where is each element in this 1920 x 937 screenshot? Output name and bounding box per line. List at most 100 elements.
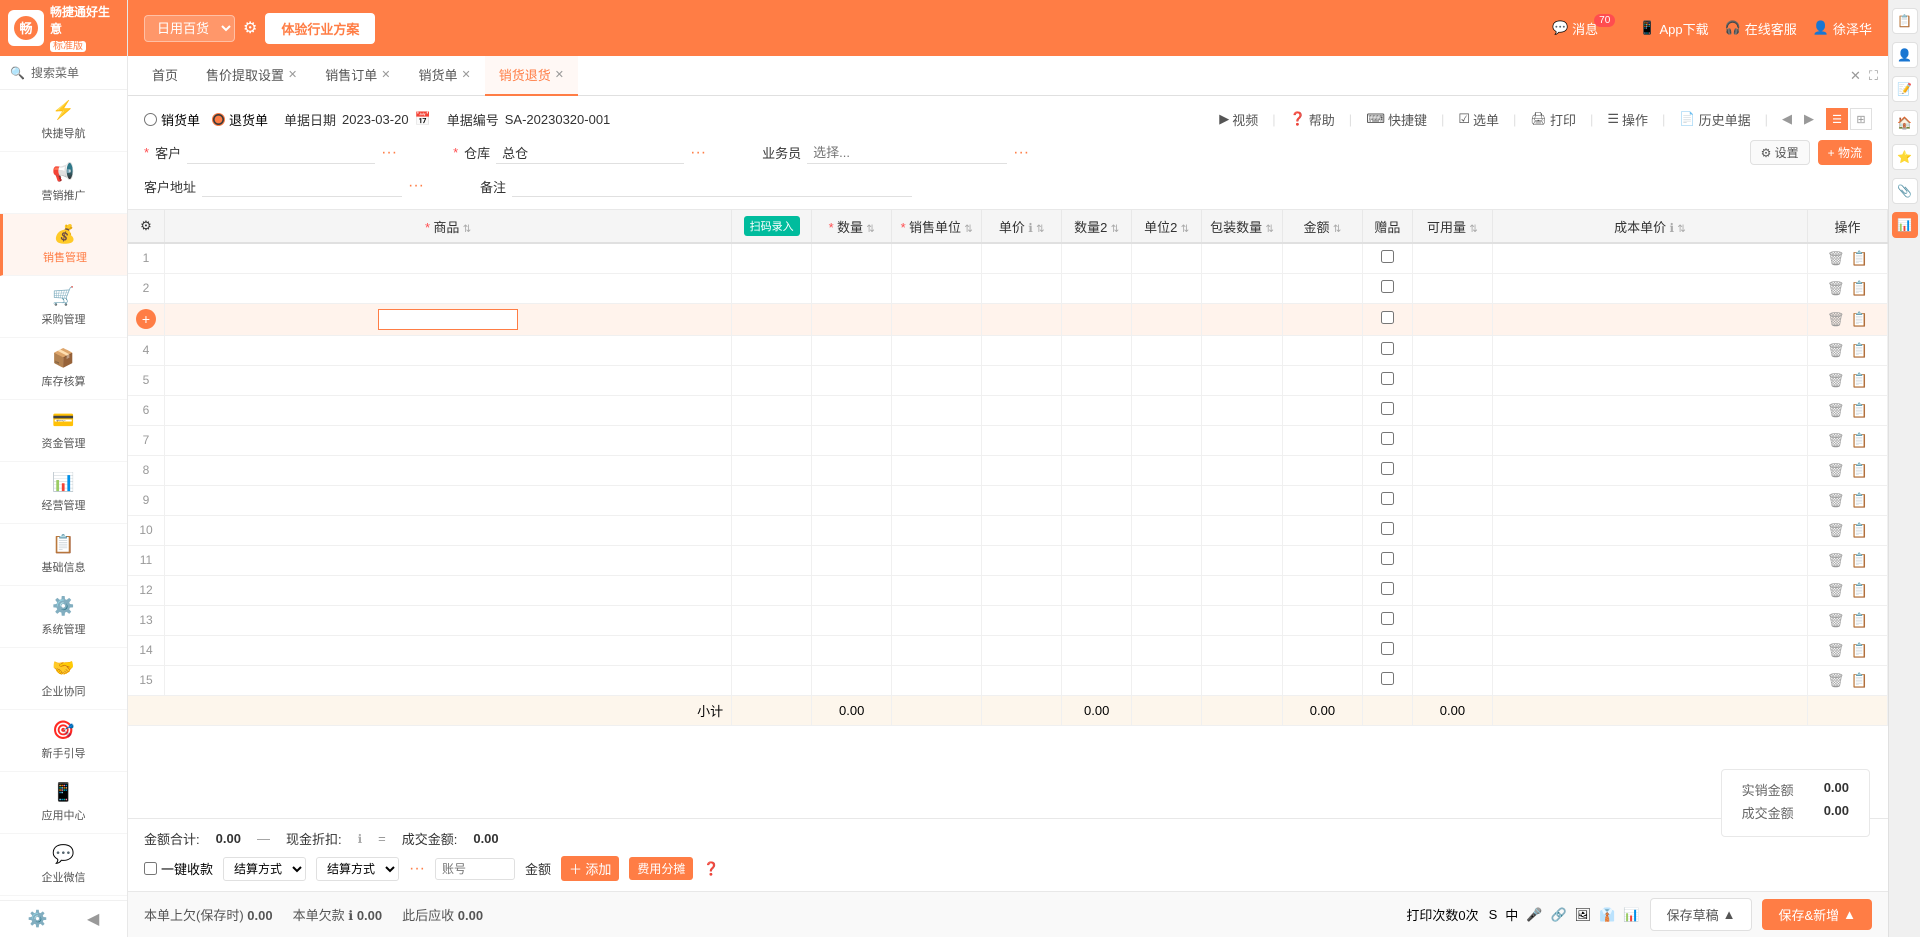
staff-more-icon[interactable]: ··· — [1013, 144, 1029, 162]
sort-icon[interactable]: ⇅ — [1333, 224, 1341, 235]
price-cell-7[interactable] — [982, 425, 1062, 455]
qty-cell-4[interactable] — [812, 335, 892, 365]
price-cell-9[interactable] — [982, 485, 1062, 515]
copy-icon-4[interactable]: 📋 — [1851, 342, 1868, 359]
split-btn[interactable]: 费用分摊 — [629, 857, 693, 880]
qty-cell-5[interactable] — [812, 365, 892, 395]
gift-check-8[interactable] — [1381, 462, 1394, 475]
right-btn-2[interactable]: 👤 — [1892, 42, 1918, 68]
unit-cell-7[interactable] — [892, 425, 982, 455]
qty-cell-12[interactable] — [812, 575, 892, 605]
pack-qty-cell-1[interactable] — [1202, 243, 1283, 273]
payment-checkbox-input[interactable] — [144, 862, 157, 875]
qty-cell-7[interactable] — [812, 425, 892, 455]
unit-cell-4[interactable] — [892, 335, 982, 365]
right-btn-4[interactable]: 🏠 — [1892, 110, 1918, 136]
product-input-3[interactable] — [378, 309, 518, 330]
price-cell-10[interactable] — [982, 515, 1062, 545]
app-download-btn[interactable]: 📱 App下载 — [1639, 19, 1708, 38]
pack-qty-cell-15[interactable] — [1202, 665, 1283, 695]
calc-method-select[interactable]: 结算方式 — [223, 857, 306, 881]
pack-qty-cell-9[interactable] — [1202, 485, 1283, 515]
right-btn-5[interactable]: ⭐ — [1892, 144, 1918, 170]
pack-qty-cell-7[interactable] — [1202, 425, 1283, 455]
delete-icon-11[interactable]: 🗑 — [1827, 552, 1845, 569]
tab-sale-settings[interactable]: 售价提取设置 ✕ — [192, 56, 311, 96]
tab-home[interactable]: 首页 — [138, 56, 192, 96]
delete-icon-9[interactable]: 🗑 — [1827, 492, 1845, 509]
delete-icon-4[interactable]: 🗑 — [1827, 342, 1845, 359]
gift-check-5[interactable] — [1381, 372, 1394, 385]
warehouse-input[interactable] — [496, 142, 684, 164]
qty2-cell-1[interactable] — [1062, 243, 1132, 273]
gift-check-4[interactable] — [1381, 342, 1394, 355]
pack-qty-cell-5[interactable] — [1202, 365, 1283, 395]
qty2-cell-10[interactable] — [1062, 515, 1132, 545]
sidebar-item-wechat[interactable]: 💬 企业微信 — [0, 834, 127, 896]
gift-check-3[interactable] — [1381, 311, 1394, 324]
copy-icon-9[interactable]: 📋 — [1851, 492, 1868, 509]
customer-input[interactable] — [187, 142, 375, 164]
sidebar-item-apps[interactable]: 📱 应用中心 — [0, 772, 127, 834]
qty2-cell-11[interactable] — [1062, 545, 1132, 575]
online-service-btn[interactable]: 🎧 在线客服 — [1725, 19, 1797, 38]
qty2-cell-6[interactable] — [1062, 395, 1132, 425]
industry-select[interactable]: 日用百货 — [144, 15, 235, 42]
tab-close-icon[interactable]: ✕ — [288, 68, 297, 81]
copy-icon-1[interactable]: 📋 — [1851, 250, 1868, 267]
copy-icon-3[interactable]: 📋 — [1851, 311, 1868, 328]
discount-info-icon[interactable]: ℹ — [358, 832, 363, 846]
sidebar-item-marketing[interactable]: 📢 营销推广 — [0, 152, 127, 214]
collapse-icon[interactable]: ◀ — [87, 909, 99, 929]
sort-icon[interactable]: ⇅ — [866, 224, 874, 235]
sort-icon[interactable]: ⇅ — [1677, 224, 1685, 235]
pack-qty-cell-14[interactable] — [1202, 635, 1283, 665]
pack-qty-cell-13[interactable] — [1202, 605, 1283, 635]
product-cell-12[interactable] — [165, 575, 732, 605]
qty2-cell-12[interactable] — [1062, 575, 1132, 605]
cost-price-info-icon[interactable]: ℹ — [1669, 221, 1674, 235]
current-due-info[interactable]: ℹ — [348, 908, 353, 923]
qty-cell-11[interactable] — [812, 545, 892, 575]
shortcuts-btn[interactable]: ⌨ 快捷键 — [1366, 110, 1427, 129]
qty2-cell-3[interactable] — [1062, 303, 1132, 335]
settings-icon[interactable]: ⚙️ — [28, 909, 48, 929]
pack-qty-cell-2[interactable] — [1202, 273, 1283, 303]
unit-cell-2[interactable] — [892, 273, 982, 303]
qty-cell-14[interactable] — [812, 635, 892, 665]
help-btn[interactable]: ❓ 帮助 — [1290, 110, 1335, 129]
gift-check-15[interactable] — [1381, 672, 1394, 685]
sidebar-search[interactable]: 🔍 搜索菜单 — [0, 56, 127, 90]
qty-cell-15[interactable] — [812, 665, 892, 695]
delete-icon-7[interactable]: 🗑 — [1827, 432, 1845, 449]
tab-close-icon[interactable]: ✕ — [462, 68, 471, 81]
unit-cell-10[interactable] — [892, 515, 982, 545]
qty2-cell-15[interactable] — [1062, 665, 1132, 695]
remark-input[interactable] — [512, 175, 912, 197]
sidebar-item-inventory[interactable]: 📦 库存核算 — [0, 338, 127, 400]
copy-icon-5[interactable]: 📋 — [1851, 372, 1868, 389]
card-view-btn[interactable]: ⊞ — [1850, 108, 1872, 130]
unit-cell-1[interactable] — [892, 243, 982, 273]
qty-cell-6[interactable] — [812, 395, 892, 425]
qty-cell-10[interactable] — [812, 515, 892, 545]
price-cell-6[interactable] — [982, 395, 1062, 425]
product-cell-10[interactable] — [165, 515, 732, 545]
sidebar-item-operations[interactable]: 📊 经营管理 — [0, 462, 127, 524]
help-icon[interactable]: ❓ — [703, 861, 719, 877]
qty2-cell-5[interactable] — [1062, 365, 1132, 395]
pack-qty-cell-11[interactable] — [1202, 545, 1283, 575]
gift-check-1[interactable] — [1381, 250, 1394, 263]
radio-return[interactable]: 退货单 — [212, 110, 268, 129]
scan-btn[interactable]: 扫码录入 — [744, 216, 800, 236]
right-btn-1[interactable]: 📋 — [1892, 8, 1918, 34]
delete-icon-12[interactable]: 🗑 — [1827, 582, 1845, 599]
product-cell-14[interactable] — [165, 635, 732, 665]
logistics-btn[interactable]: + 物流 — [1818, 140, 1872, 165]
gift-check-9[interactable] — [1381, 492, 1394, 505]
product-cell-11[interactable] — [165, 545, 732, 575]
copy-icon-7[interactable]: 📋 — [1851, 432, 1868, 449]
sort-icon[interactable]: ⇅ — [1111, 224, 1119, 235]
qty2-cell-8[interactable] — [1062, 455, 1132, 485]
tab-sale-delivery[interactable]: 销货单 ✕ — [404, 56, 484, 96]
